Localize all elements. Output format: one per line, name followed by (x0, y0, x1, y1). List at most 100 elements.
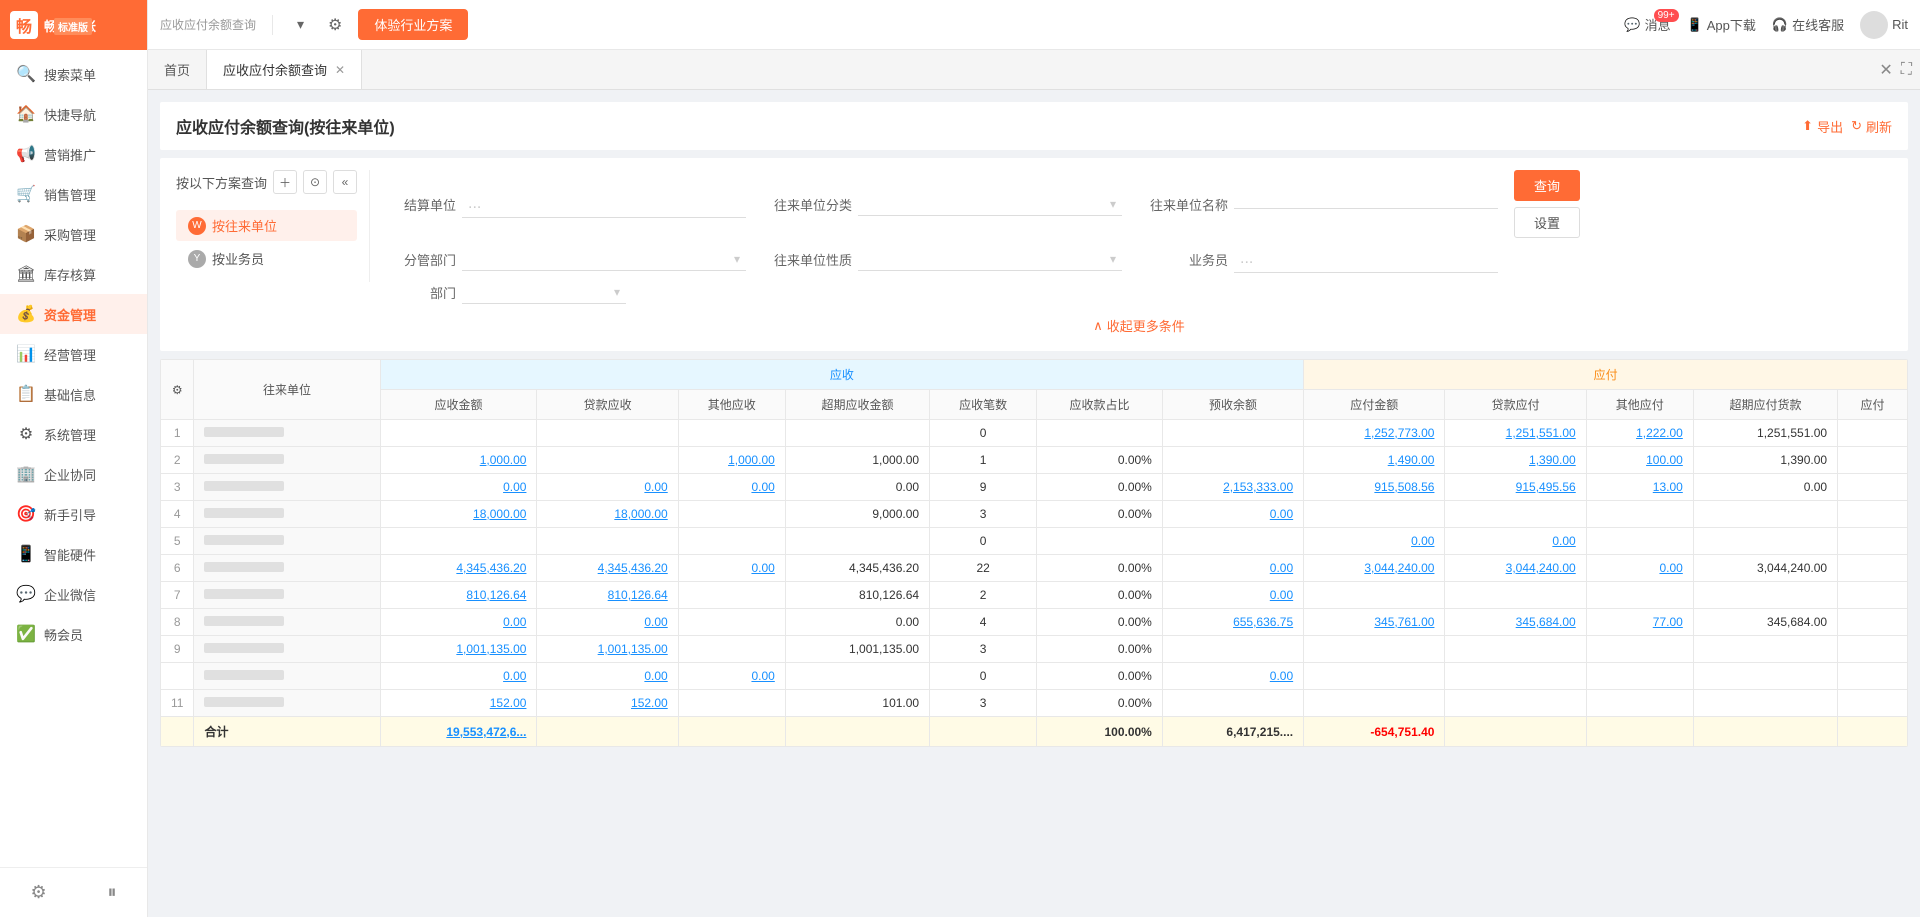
manage-filter-btn[interactable]: ⊙ (303, 170, 327, 194)
row-dkyf[interactable]: 1,390.00 (1445, 447, 1586, 474)
close-tab-btn[interactable]: ✕ (1879, 60, 1892, 80)
row-dkys[interactable]: 152.00 (537, 690, 678, 717)
left-nav-item[interactable]: Y按业务员 (176, 243, 357, 274)
messages-btn[interactable]: 💬 消息 99+ (1624, 15, 1670, 34)
row-qtyf (1586, 528, 1693, 555)
row-ysye[interactable]: 2,153,333.00 (1162, 474, 1303, 501)
row-qtys (678, 528, 785, 555)
download-btn[interactable]: 📱 App下载 (1687, 15, 1756, 34)
sidebar-item-search[interactable]: 🔍搜索菜单 (0, 54, 147, 94)
row-dkys[interactable]: 4,345,436.20 (537, 555, 678, 582)
tab-query[interactable]: 应收应付余额查询 ✕ (207, 50, 362, 89)
row-num: 11 (161, 690, 194, 717)
left-nav-item[interactable]: W按往来单位 (176, 210, 357, 241)
set-button[interactable]: 设置 (1514, 207, 1580, 238)
row-yfje[interactable]: 0.00 (1304, 528, 1445, 555)
row-qtyf[interactable]: 77.00 (1586, 609, 1693, 636)
tab-home[interactable]: 首页 (148, 50, 207, 89)
nav-icon: 🏠 (16, 104, 36, 124)
row-ysye[interactable]: 0.00 (1162, 555, 1303, 582)
sidebar-item-nav[interactable]: 🏠快捷导航 (0, 94, 147, 134)
row-qtys[interactable]: 0.00 (678, 555, 785, 582)
row-dkyf[interactable]: 345,684.00 (1445, 609, 1586, 636)
row-ysjje[interactable]: 0.00 (380, 663, 537, 690)
sidebar-item-wechat[interactable]: 💬企业微信 (0, 574, 147, 614)
row-ysjje[interactable]: 1,001,135.00 (380, 636, 537, 663)
sidebar-item-basic[interactable]: 📋基础信息 (0, 374, 147, 414)
breadcrumb-dropdown[interactable]: ▾ (289, 12, 312, 37)
row-dkys[interactable]: 810,126.64 (537, 582, 678, 609)
row-ysye[interactable]: 0.00 (1162, 582, 1303, 609)
add-filter-btn[interactable]: ＋ (273, 170, 297, 194)
row-dkys[interactable]: 18,000.00 (537, 501, 678, 528)
row-dkys[interactable]: 0.00 (537, 609, 678, 636)
row-ysye[interactable]: 0.00 (1162, 663, 1303, 690)
row-ysjje[interactable]: 0.00 (380, 609, 537, 636)
row-dkyf[interactable]: 1,251,551.00 (1445, 420, 1586, 447)
row-qtys (678, 501, 785, 528)
tab-close-icon[interactable]: ✕ (335, 63, 345, 77)
sidebar-item-sales[interactable]: 🛒销售管理 (0, 174, 147, 214)
row-yfje[interactable]: 3,044,240.00 (1304, 555, 1445, 582)
row-qtyf[interactable]: 100.00 (1586, 447, 1693, 474)
collapse-btn[interactable]: ⏸ (98, 876, 127, 909)
row-ysjje[interactable]: 4,345,436.20 (380, 555, 537, 582)
download-icon: 📱 (1687, 17, 1703, 33)
sidebar-item-member[interactable]: ✅畅会员 (0, 614, 147, 654)
row-ysjje[interactable]: 18,000.00 (380, 501, 537, 528)
sidebar-item-finance[interactable]: 💰资金管理 (0, 294, 147, 334)
gear-icon[interactable]: ⚙ (320, 11, 350, 39)
row-ysye[interactable]: 655,636.75 (1162, 609, 1303, 636)
row-ysjje[interactable]: 1,000.00 (380, 447, 537, 474)
row-ysjje[interactable]: 0.00 (380, 474, 537, 501)
row-dkys[interactable]: 0.00 (537, 663, 678, 690)
row-cqysjje: 0.00 (785, 474, 929, 501)
row-qtys[interactable]: 1,000.00 (678, 447, 785, 474)
row-qtyf[interactable]: 0.00 (1586, 555, 1693, 582)
settings-btn[interactable]: ⚙ (20, 876, 56, 909)
row-yfje[interactable]: 1,490.00 (1304, 447, 1445, 474)
row-num: 4 (161, 501, 194, 528)
sidebar-item-inventory[interactable]: 🏛库存核算 (0, 254, 147, 294)
query-button[interactable]: 查询 (1514, 170, 1580, 201)
footer-ysjje[interactable]: 19,553,472,6... (380, 717, 537, 747)
row-dkyf[interactable]: 3,044,240.00 (1445, 555, 1586, 582)
row-dkys[interactable]: 1,001,135.00 (537, 636, 678, 663)
row-yskzb: 0.00% (1037, 690, 1163, 717)
cta-button[interactable]: 体验行业方案 (358, 9, 468, 40)
corp-icon: 🏢 (16, 464, 36, 484)
sidebar-item-purchase[interactable]: 📦采购管理 (0, 214, 147, 254)
sidebar-item-system[interactable]: ⚙系统管理 (0, 414, 147, 454)
row-ysjje[interactable]: 810,126.64 (380, 582, 537, 609)
row-ysye[interactable]: 0.00 (1162, 501, 1303, 528)
user-menu[interactable]: Rit (1860, 11, 1908, 39)
refresh-btn[interactable]: ↻ 刷新 (1851, 117, 1892, 136)
collapse-filter-btn[interactable]: « (333, 170, 357, 194)
data-table: ⚙ 往来单位 应收 应付 应收金额 贷款应收 其他应收 超期应收金额 应收笔数 … (160, 359, 1908, 747)
row-qtys[interactable]: 0.00 (678, 663, 785, 690)
export-btn[interactable]: ⬆ 导出 (1802, 117, 1843, 136)
operation-icon: 📊 (16, 344, 36, 364)
sidebar-item-marketing[interactable]: 📢营销推广 (0, 134, 147, 174)
row-unit (194, 555, 380, 582)
sidebar-item-guide[interactable]: 🎯新手引导 (0, 494, 147, 534)
row-yfje[interactable]: 1,252,773.00 (1304, 420, 1445, 447)
row-dkyf[interactable]: 0.00 (1445, 528, 1586, 555)
fullscreen-btn[interactable]: ⛶ (1901, 61, 1912, 79)
row-dkyf[interactable]: 915,495.56 (1445, 474, 1586, 501)
sidebar-item-operation[interactable]: 📊经营管理 (0, 334, 147, 374)
row-yfmore (1838, 609, 1908, 636)
row-qtys[interactable]: 0.00 (678, 474, 785, 501)
row-yfje[interactable]: 915,508.56 (1304, 474, 1445, 501)
row-dkys[interactable]: 0.00 (537, 474, 678, 501)
row-yfje[interactable]: 345,761.00 (1304, 609, 1445, 636)
row-yfmore (1838, 501, 1908, 528)
support-btn[interactable]: 🎧 在线客服 (1772, 15, 1844, 34)
row-ysjje[interactable]: 152.00 (380, 690, 537, 717)
sidebar-item-corp[interactable]: 🏢企业协同 (0, 454, 147, 494)
table-setting-col[interactable]: ⚙ (161, 360, 194, 420)
sidebar-item-hardware[interactable]: 📱智能硬件 (0, 534, 147, 574)
collapse-conditions-btn[interactable]: ∧ 收起更多条件 (386, 312, 1892, 339)
row-qtyf[interactable]: 1,222.00 (1586, 420, 1693, 447)
row-qtyf[interactable]: 13.00 (1586, 474, 1693, 501)
